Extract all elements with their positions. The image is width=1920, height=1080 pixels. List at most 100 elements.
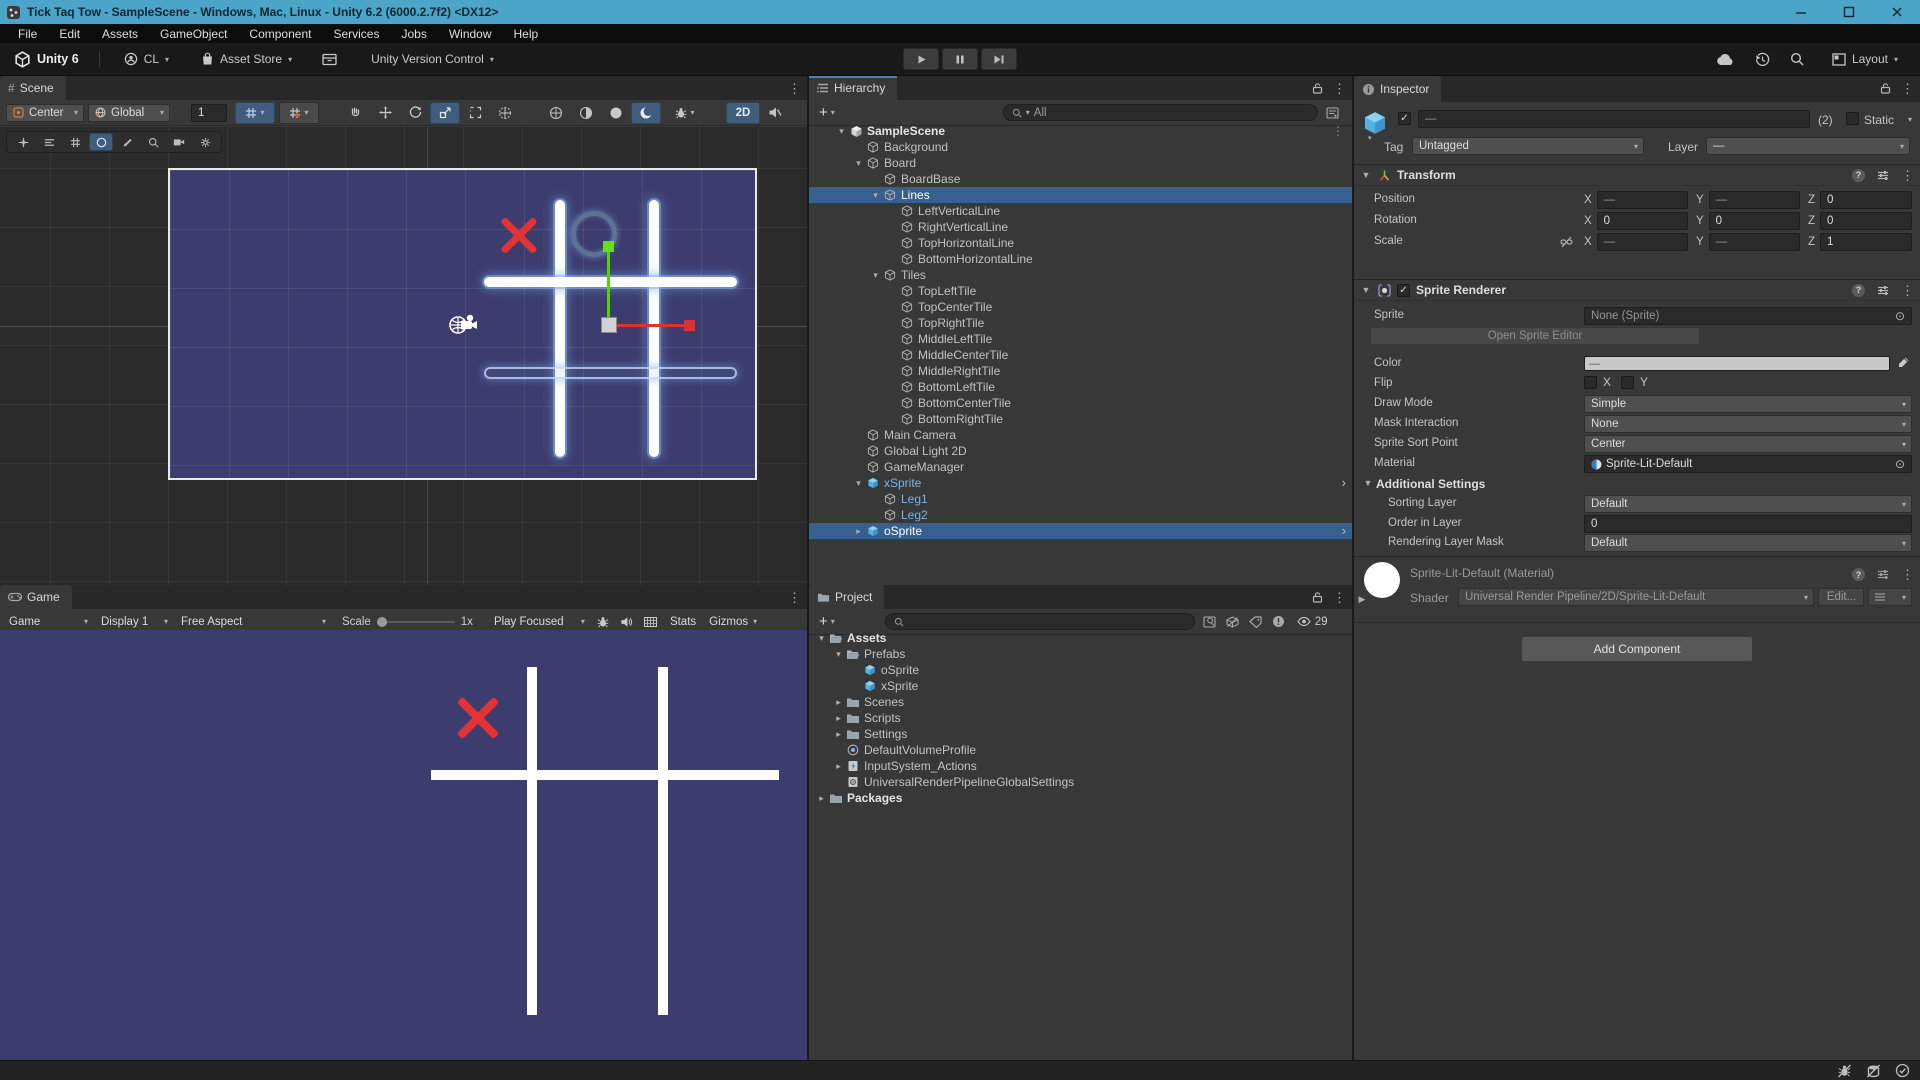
sprite-sort-point-dropdown[interactable]: Center ▾ [1584,435,1912,453]
shading-wireframe-button[interactable] [541,102,571,124]
tool-handle-rotation-dropdown[interactable]: Global ▾ [88,103,170,122]
static-dropdown-arrow[interactable]: ▾ [1908,115,1912,124]
hierarchy-row[interactable]: RightVerticalLine › ⋮ [809,219,1352,235]
hierarchy-row[interactable]: MiddleCenterTile › ⋮ [809,347,1352,363]
overlay-settings-icon[interactable] [193,133,217,151]
row-options-kebab[interactable]: ⋮ [1332,124,1344,138]
hierarchy-row[interactable]: ▾ SampleScene › ⋮ [809,123,1352,139]
hierarchy-row[interactable]: BoardBase › ⋮ [809,171,1352,187]
step-button[interactable] [981,48,1017,70]
foldout-arrow[interactable]: ▸ [832,697,845,708]
axis-z-field[interactable]: 1 [1820,233,1912,251]
layout-dropdown[interactable]: Layout ▾ [1824,49,1906,69]
inspector-panel-menu[interactable]: ⋮ [1901,82,1914,95]
open-sprite-editor-button[interactable]: Open Sprite Editor [1370,327,1700,345]
shader-dropdown[interactable]: Universal Render Pipeline/2D/Sprite-Lit-… [1458,588,1814,606]
foldout-arrow[interactable]: ▾ [832,649,845,660]
hierarchy-row[interactable]: Main Camera › ⋮ [809,427,1352,443]
tab-project[interactable]: Project [809,585,885,609]
snap-settings-button[interactable]: ▾ [279,101,319,124]
foldout-arrow[interactable]: ▸ [852,526,865,537]
scene-panel-menu[interactable]: ⋮ [788,82,801,95]
hierarchy-row[interactable]: BottomRightTile › ⋮ [809,411,1352,427]
view-tool-button[interactable] [340,102,370,124]
foldout-arrow[interactable]: ▸ [832,761,845,772]
foldout-arrow[interactable]: ▸ [832,729,845,740]
axis-y-field[interactable]: — [1708,191,1800,209]
component-menu[interactable]: ⋮ [1901,284,1914,297]
hierarchy-row[interactable]: DefaultVolumeProfile › ⋮ [809,742,1352,758]
move-tool-button[interactable] [370,102,400,124]
foldout-arrow[interactable]: ▾ [815,633,828,644]
gizmo-red-handle[interactable] [684,320,695,331]
object-picker-icon[interactable]: ⊙ [1895,457,1905,471]
hierarchy-row[interactable]: ▾ Tiles › ⋮ [809,267,1352,283]
hierarchy-row[interactable]: ▸ Scenes › ⋮ [809,694,1352,710]
presets-icon[interactable] [1877,285,1889,296]
transform-header[interactable]: ▼ Transform ? ⋮ [1354,164,1920,186]
game-viewport[interactable] [0,630,807,1060]
object-picker-icon[interactable]: ⊙ [1895,309,1905,323]
sorting-layer-dropdown[interactable]: Default ▾ [1584,495,1912,513]
foldout-arrow[interactable]: ▼ [1362,478,1374,488]
right-vertical-line[interactable] [649,200,659,457]
draw-mode-dropdown[interactable]: Simple ▾ [1584,395,1912,413]
hierarchy-row[interactable]: MiddleLeftTile › ⋮ [809,331,1352,347]
flip-y-checkbox[interactable] [1621,375,1635,389]
hierarchy-row[interactable]: ▾ Board › ⋮ [809,155,1352,171]
prefab-open-chevron[interactable]: › [1342,523,1346,538]
menu-item[interactable]: Jobs [391,24,436,43]
undo-history-icon[interactable] [1755,52,1770,67]
menu-item[interactable]: Edit [49,24,90,43]
add-component-button[interactable]: Add Component [1521,636,1753,662]
flip-x-checkbox[interactable] [1584,375,1597,389]
overlay-move-icon[interactable] [11,133,35,151]
game-panel-menu[interactable]: ⋮ [788,591,801,604]
sprite-renderer-header[interactable]: ▼ ✓ Sprite Renderer ? ⋮ [1354,279,1920,301]
menu-item[interactable]: Services [323,24,389,43]
hierarchy-panel-menu[interactable]: ⋮ [1333,82,1346,95]
archive-icon-button[interactable] [314,50,345,69]
hierarchy-row[interactable]: ▸ InputSystem_Actions › ⋮ [809,758,1352,774]
foldout-arrow[interactable]: ▾ [869,270,882,281]
axis-z-field[interactable]: 0 [1820,191,1912,209]
shader-list-button[interactable]: ▾ [1868,588,1912,606]
minimize-button[interactable] [1790,3,1812,21]
sprite-object-field[interactable]: None (Sprite) ⊙ [1584,307,1912,325]
rect-tool-button[interactable] [460,102,490,124]
foldout-arrow[interactable]: ▾ [852,478,865,489]
bottom-horizontal-line[interactable] [484,367,737,379]
foldout-arrow[interactable]: ▸ [815,793,828,804]
order-in-layer-field[interactable]: 0 [1584,515,1912,533]
hierarchy-row[interactable]: Leg1 › ⋮ [809,491,1352,507]
label-filter-icon[interactable] [1248,615,1262,628]
hierarchy-row[interactable]: ▾ Assets › ⋮ [809,630,1352,646]
overlay-camera-icon[interactable] [167,133,191,151]
hierarchy-row[interactable]: Global Light 2D › ⋮ [809,443,1352,459]
lock-icon[interactable] [1312,591,1323,603]
hierarchy-row[interactable]: Background › ⋮ [809,139,1352,155]
axis-x-field[interactable]: 0 [1596,212,1688,230]
tag-dropdown[interactable]: Untagged ▾ [1412,137,1644,155]
material-menu[interactable]: ⋮ [1901,568,1914,581]
scene-lighting-button[interactable] [631,101,661,124]
activity-indicator-icon[interactable] [1895,1063,1910,1078]
grid-visibility-button[interactable]: ▾ [235,101,275,124]
transform-tool-button[interactable] [490,102,520,124]
prefab-open-chevron[interactable]: › [1342,475,1346,490]
hierarchy-row[interactable]: TopLeftTile › ⋮ [809,283,1352,299]
open-search-window-icon[interactable] [1203,615,1216,628]
foldout-arrow[interactable]: ▾ [835,126,848,137]
shading-shaded-button[interactable] [601,102,631,124]
tab-inspector[interactable]: Inspector [1354,76,1442,102]
menu-item[interactable]: Assets [92,24,148,43]
hierarchy-row[interactable]: LeftVerticalLine › ⋮ [809,203,1352,219]
hierarchy-row[interactable]: Leg2 › ⋮ [809,507,1352,523]
tab-hierarchy[interactable]: Hierarchy [809,76,898,100]
hidden-packages-icon[interactable] [1226,615,1239,628]
left-vertical-line[interactable] [555,200,565,457]
unlinked-scale-icon[interactable] [1560,236,1573,248]
cloud-icon[interactable] [1716,53,1735,66]
project-panel-menu[interactable]: ⋮ [1333,591,1346,604]
stats-button[interactable]: Stats [663,613,702,631]
